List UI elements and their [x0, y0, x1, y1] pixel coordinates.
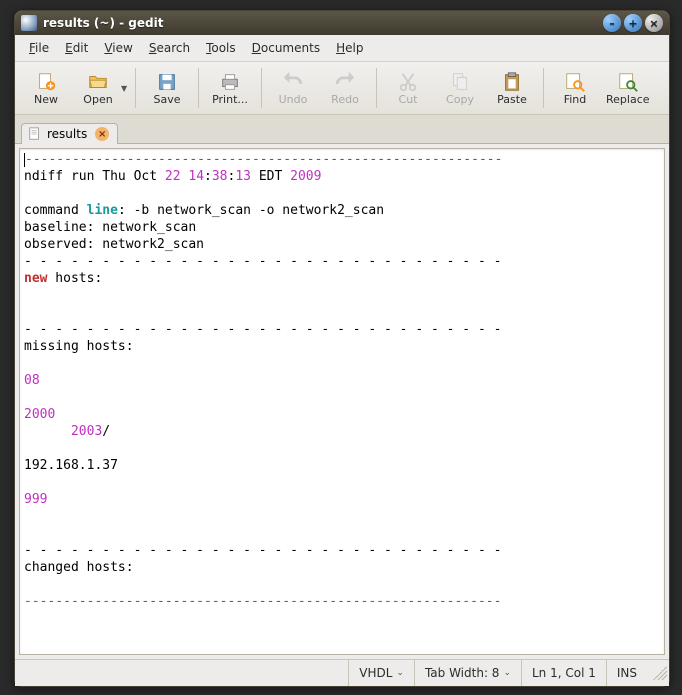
text: baseline: network_scan [24, 220, 196, 235]
statusbar: VHDL⌄ Tab Width: 8⌄ Ln 1, Col 1 INS [15, 659, 669, 686]
text: 22 [165, 169, 181, 184]
text-editor[interactable]: ----------------------------------------… [19, 148, 665, 655]
text: line [87, 203, 118, 218]
text: 14 [188, 169, 204, 184]
text: - - - - - - - - - - - - - - - - - - - - … [24, 254, 501, 269]
text: - - - - - - - - - - - - - - - - - - - - … [24, 322, 501, 337]
toolbar-separator [135, 68, 136, 108]
find-icon [564, 71, 586, 93]
copy-button[interactable]: Copy [435, 64, 485, 112]
tabbar: results × [15, 115, 669, 144]
menu-view[interactable]: View [96, 37, 140, 59]
copy-icon [449, 71, 471, 93]
toolbar: New Open ▼ Save Print... Undo Redo [15, 62, 669, 115]
document-tab[interactable]: results × [21, 123, 118, 144]
redo-button[interactable]: Redo [320, 64, 370, 112]
menu-edit[interactable]: Edit [57, 37, 96, 59]
open-button[interactable]: Open [73, 64, 123, 112]
cut-button[interactable]: Cut [383, 64, 433, 112]
text: 2000 [24, 407, 55, 422]
minimize-button[interactable]: – [603, 14, 621, 32]
paste-icon [501, 71, 523, 93]
text: - - - - - - - - - - - - - - - - - - - - … [24, 543, 501, 558]
text: hosts: [47, 271, 102, 286]
text: 192.168.1.37 [24, 458, 118, 473]
chevron-down-icon: ⌄ [396, 668, 404, 678]
menu-search[interactable]: Search [141, 37, 198, 59]
gedit-app-icon [21, 15, 37, 31]
text: 999 [24, 492, 47, 507]
text: / [102, 424, 110, 439]
text: ndiff run Thu Oct [24, 169, 165, 184]
undo-button[interactable]: Undo [268, 64, 318, 112]
text: new [24, 271, 47, 286]
find-button[interactable]: Find [550, 64, 600, 112]
text: EDT [251, 169, 290, 184]
chevron-down-icon: ⌄ [503, 668, 511, 678]
titlebar[interactable]: results (~) - gedit – + × [15, 11, 669, 35]
menu-documents[interactable]: Documents [244, 37, 328, 59]
menu-file[interactable]: File [21, 37, 57, 59]
toolbar-separator [261, 68, 262, 108]
insert-mode[interactable]: INS [606, 660, 647, 686]
cursor-position: Ln 1, Col 1 [521, 660, 606, 686]
cut-icon [397, 71, 419, 93]
close-button[interactable]: × [645, 14, 663, 32]
tab-label: results [47, 127, 87, 141]
save-icon [156, 71, 178, 93]
toolbar-separator [198, 68, 199, 108]
tab-close-button[interactable]: × [95, 127, 109, 141]
menu-help[interactable]: Help [328, 37, 371, 59]
text: 2003 [71, 424, 102, 439]
text: 08 [24, 373, 40, 388]
paste-button[interactable]: Paste [487, 64, 537, 112]
maximize-button[interactable]: + [624, 14, 642, 32]
new-button[interactable]: New [21, 64, 71, 112]
document-icon [28, 127, 42, 141]
language-selector[interactable]: VHDL⌄ [348, 660, 414, 686]
window: results (~) - gedit – + × File Edit View… [14, 10, 670, 687]
print-icon [219, 71, 241, 93]
text: changed hosts: [24, 560, 134, 575]
undo-icon [282, 71, 304, 93]
resize-grip[interactable] [653, 666, 667, 680]
toolbar-separator [543, 68, 544, 108]
text: 13 [235, 169, 251, 184]
text: ----------------------------------------… [24, 594, 501, 609]
redo-icon [334, 71, 356, 93]
text: : -b network_scan -o network2_scan [118, 203, 384, 218]
text: ----------------------------------------… [25, 152, 502, 167]
replace-icon [617, 71, 639, 93]
tabwidth-selector[interactable]: Tab Width: 8⌄ [414, 660, 521, 686]
new-file-icon [35, 71, 57, 93]
toolbar-separator [376, 68, 377, 108]
text: command [24, 203, 87, 218]
open-folder-icon [87, 71, 109, 93]
menu-tools[interactable]: Tools [198, 37, 244, 59]
window-title: results (~) - gedit [43, 16, 600, 30]
print-button[interactable]: Print... [205, 64, 255, 112]
save-button[interactable]: Save [142, 64, 192, 112]
replace-button[interactable]: Replace [602, 64, 654, 112]
open-dropdown[interactable]: ▼ [121, 84, 129, 93]
text: observed: network2_scan [24, 237, 204, 252]
text: 2009 [290, 169, 321, 184]
text: 38 [212, 169, 228, 184]
text: missing hosts: [24, 339, 134, 354]
menubar: File Edit View Search Tools Documents He… [15, 35, 669, 62]
